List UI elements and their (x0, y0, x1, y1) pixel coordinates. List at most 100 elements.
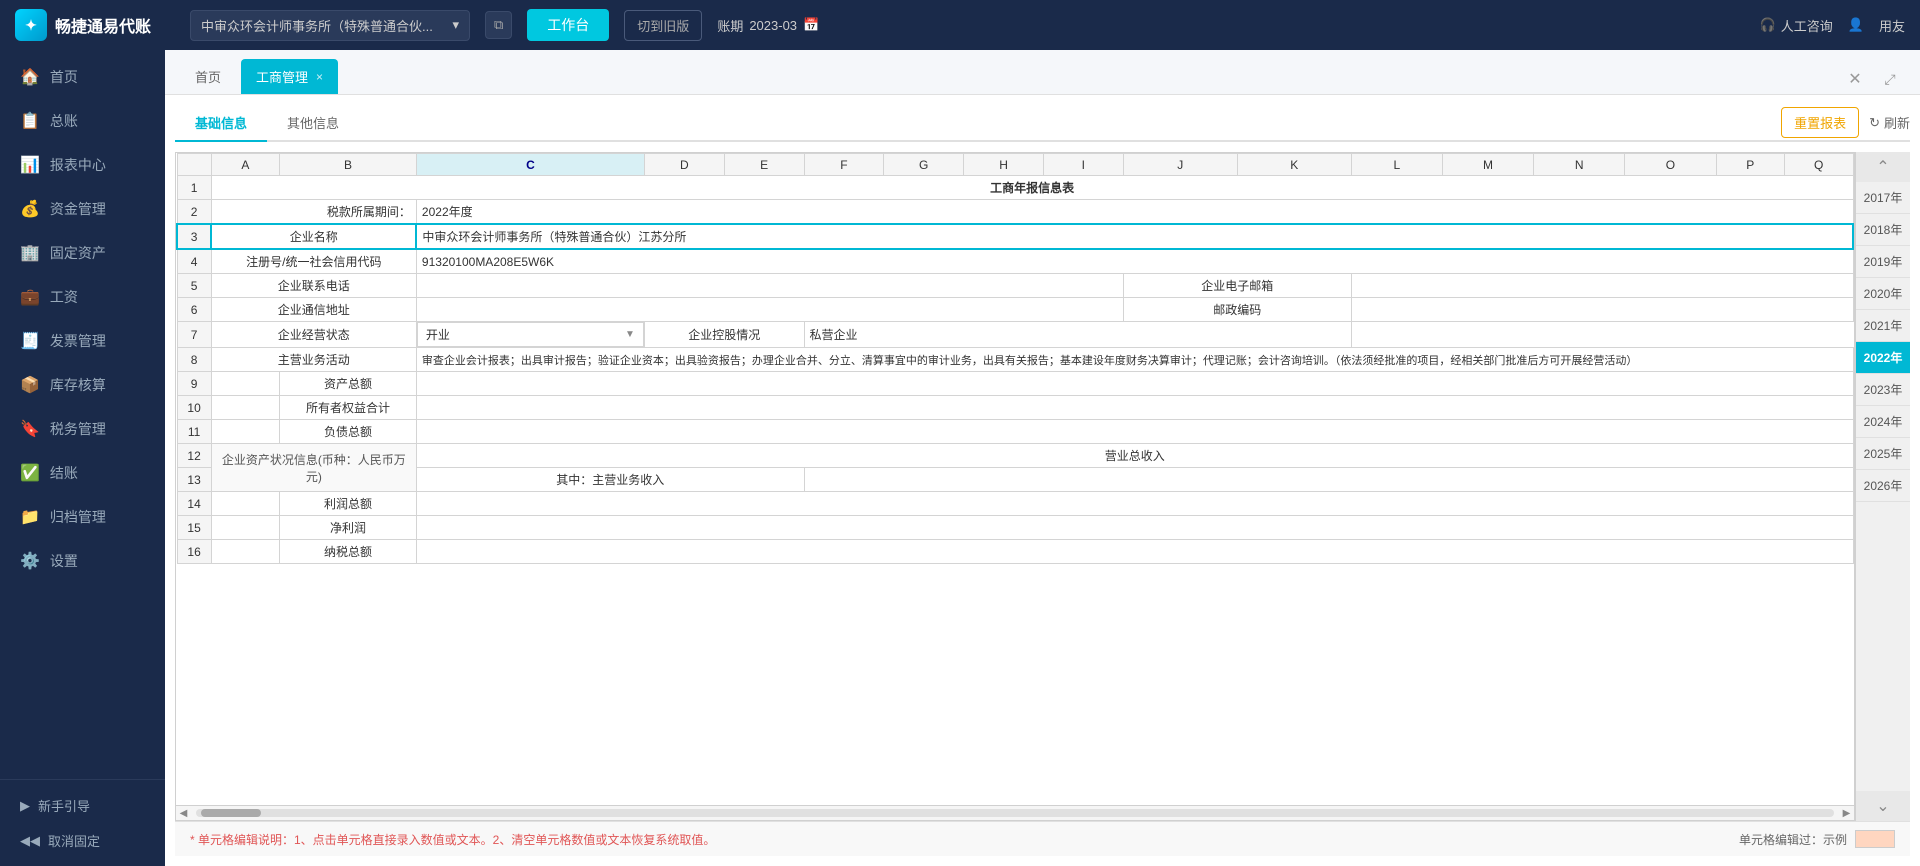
equity-label-cell: 所有者权益合计 (280, 396, 417, 420)
sub-tab-other-info[interactable]: 其他信息 (267, 105, 359, 142)
sidebar-item-finance[interactable]: 💰 资金管理 (0, 187, 165, 231)
row-num-13: 13 (177, 468, 211, 492)
home-icon: 🏠 (20, 67, 40, 87)
company-copy-button[interactable]: ⧉ (485, 11, 512, 39)
sidebar-item-guide[interactable]: ▶ 新手引导 (0, 788, 165, 823)
year-item-2026[interactable]: 2026年 (1856, 470, 1910, 502)
year-panel: ⌃ 2017年 2018年 2019年 2020年 2021年 2022年 20… (1855, 152, 1910, 821)
logo-area: ✦ 畅捷通易代账 (15, 9, 175, 41)
spreadsheet-container: A B C D E F G H I J (175, 152, 1855, 821)
main-layout: 🏠 首页 📋 总账 📊 报表中心 💰 资金管理 🏢 固定资产 💼 工资 🧾 发票… (0, 50, 1920, 866)
company-selector[interactable]: 中审众环会计师事务所（特殊普通合伙... ▾ (190, 10, 470, 41)
scroll-thumb[interactable] (201, 809, 261, 817)
equity-value-cell[interactable] (416, 396, 1853, 420)
horizontal-scrollbar[interactable]: ◀ ▶ (176, 805, 1854, 820)
sub-tab-basic-info[interactable]: 基础信息 (175, 105, 267, 142)
sidebar-label-closing: 结账 (50, 463, 78, 483)
tax-total-value-cell[interactable] (416, 540, 1853, 564)
scroll-left-arrow[interactable]: ◀ (176, 808, 191, 819)
sidebar-item-ledger[interactable]: 📋 总账 (0, 99, 165, 143)
reg-no-value-cell[interactable]: 91320100MA208E5W6K (416, 249, 1853, 274)
window-close-button[interactable]: ✕ (1840, 64, 1870, 94)
spreadsheet-scroll[interactable]: A B C D E F G H I J (176, 153, 1854, 805)
ledger-icon: 📋 (20, 111, 40, 131)
year-scroll-down-button[interactable]: ⌄ (1856, 791, 1910, 821)
email-value-cell[interactable] (1351, 274, 1853, 298)
sidebar-item-tax[interactable]: 🔖 税务管理 (0, 407, 165, 451)
year-scroll-up-button[interactable]: ⌃ (1856, 152, 1910, 182)
year-item-2017[interactable]: 2017年 (1856, 182, 1910, 214)
biz-status-value-cell[interactable]: 开业 ▼ (417, 322, 644, 347)
table-row: 8 主营业务活动 审查企业会计报表；出具审计报告；验证企业资本；出具验资报告；办… (177, 348, 1853, 372)
sidebar-item-salary[interactable]: 💼 工资 (0, 275, 165, 319)
sidebar-label-home: 首页 (50, 67, 78, 87)
zipcode-value-cell[interactable] (1351, 298, 1853, 322)
year-item-2023[interactable]: 2023年 (1856, 374, 1910, 406)
net-profit-value-cell[interactable] (416, 516, 1853, 540)
calendar-icon[interactable]: 📅 (803, 17, 819, 33)
sidebar-item-reports[interactable]: 📊 报表中心 (0, 143, 165, 187)
unpin-icon: ◀◀ (20, 833, 40, 849)
workbench-button[interactable]: 工作台 (527, 9, 609, 41)
sheet-title-cell[interactable]: 工商年报信息表 (211, 176, 1853, 200)
sidebar-item-closing[interactable]: ✅ 结账 (0, 451, 165, 495)
scroll-right-arrow[interactable]: ▶ (1839, 808, 1854, 819)
scroll-track[interactable] (196, 809, 1834, 817)
sub-tab-basic-label: 基础信息 (195, 116, 247, 131)
sidebar-item-unpin[interactable]: ◀◀ 取消固定 (0, 823, 165, 858)
close-tab-icon[interactable]: × (316, 70, 323, 84)
top-header: ✦ 畅捷通易代账 中审众环会计师事务所（特殊普通合伙... ▾ ⧉ 工作台 切到… (0, 0, 1920, 50)
year-item-2019[interactable]: 2019年 (1856, 246, 1910, 278)
year-item-2020[interactable]: 2020年 (1856, 278, 1910, 310)
col-N: N (1534, 154, 1625, 176)
phone-value-cell[interactable] (416, 274, 1123, 298)
table-row: 10 所有者权益合计 (177, 396, 1853, 420)
year-item-2021[interactable]: 2021年 (1856, 310, 1910, 342)
period-value: 2023-03 (749, 18, 797, 33)
refresh-button[interactable]: ↻ 刷新 (1869, 113, 1910, 132)
tab-home[interactable]: 首页 (180, 59, 236, 94)
asset-info-label-cell: 企业资产状况信息(币种：人民币万元) (211, 444, 416, 492)
year-item-2018[interactable]: 2018年 (1856, 214, 1910, 246)
sidebar-item-assets[interactable]: 🏢 固定资产 (0, 231, 165, 275)
example-cell (1855, 830, 1895, 848)
address-label-cell: 企业通信地址 (211, 298, 416, 322)
address-value-cell[interactable] (416, 298, 1123, 322)
year-item-2025[interactable]: 2025年 (1856, 438, 1910, 470)
total-revenue-label-cell: 营业总收入 (416, 444, 1853, 468)
debt-label-cell: 负债总额 (280, 420, 417, 444)
main-biz-value-cell[interactable]: 审查企业会计报表；出具审计报告；验证企业资本；出具验资报告；办理企业合并、分立、… (416, 348, 1853, 372)
holding-value-cell[interactable]: 私营企业 (804, 322, 1351, 348)
row-num-7: 7 (177, 322, 211, 348)
row-num-9: 9 (177, 372, 211, 396)
year-item-2024[interactable]: 2024年 (1856, 406, 1910, 438)
tax-period-value-cell[interactable]: 2022年度 (416, 200, 1853, 225)
logo-text: 畅捷通易代账 (55, 13, 151, 37)
table-row: 3 企业名称 中审众环会计师事务所（特殊普通合伙）江苏分所 (177, 224, 1853, 249)
table-row: 12 企业资产状况信息(币种：人民币万元) 营业总收入 (177, 444, 1853, 468)
sidebar-item-home[interactable]: 🏠 首页 (0, 55, 165, 99)
row-num-2: 2 (177, 200, 211, 225)
table-row: 7 企业经营状态 开业 ▼ 企业控股情况 私营企业 (177, 322, 1853, 348)
sidebar-item-settings[interactable]: ⚙️ 设置 (0, 539, 165, 583)
sidebar-item-inventory[interactable]: 📦 库存核算 (0, 363, 165, 407)
old-version-button[interactable]: 切到旧版 (624, 10, 702, 41)
sidebar-item-archive[interactable]: 📁 归档管理 (0, 495, 165, 539)
reset-report-button[interactable]: 重置报表 (1781, 107, 1859, 138)
profit-value-cell[interactable] (416, 492, 1853, 516)
company-name-value-cell[interactable]: 中审众环会计师事务所（特殊普通合伙）江苏分所 (416, 224, 1853, 249)
debt-value-cell[interactable] (416, 420, 1853, 444)
window-expand-button[interactable]: ⤢ (1875, 64, 1905, 94)
year-item-2022[interactable]: 2022年 (1856, 342, 1910, 374)
company-name-text: 中审众环会计师事务所（特殊普通合伙... (201, 16, 433, 35)
main-revenue-value-cell[interactable] (804, 468, 1853, 492)
sidebar-item-invoice[interactable]: 🧾 发票管理 (0, 319, 165, 363)
total-assets-value-cell[interactable] (416, 372, 1853, 396)
sub-tab-actions: 重置报表 ↻ 刷新 (1781, 107, 1910, 138)
reg-no-label-cell: 注册号/统一社会信用代码 (211, 249, 416, 274)
tab-business[interactable]: 工商管理 × (241, 59, 338, 94)
service-button[interactable]: 🎧 人工咨询 (1760, 16, 1833, 35)
sidebar-label-tax: 税务管理 (50, 419, 106, 439)
corner-cell (177, 154, 211, 176)
net-profit-label-cell: 净利润 (280, 516, 417, 540)
